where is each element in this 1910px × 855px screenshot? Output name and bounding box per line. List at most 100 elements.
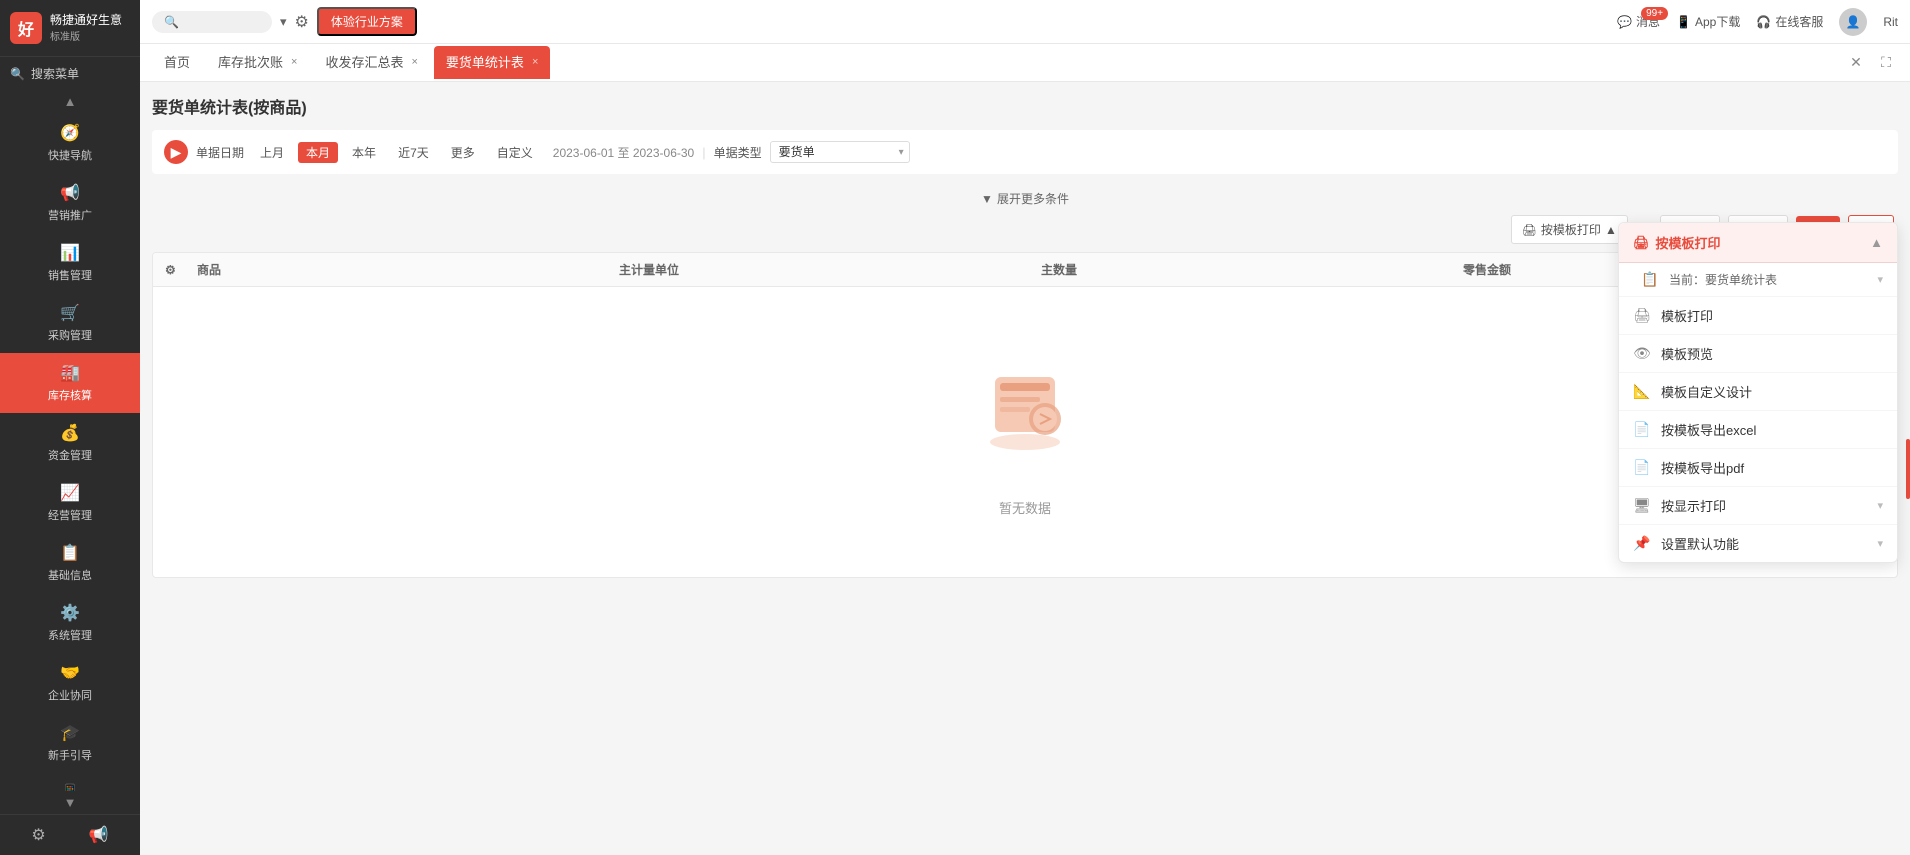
dropdown-close-icon[interactable]: ▲ [1870,235,1883,250]
item-label: 模板打印 [1661,306,1713,325]
dropdown-item-display-print[interactable]: 🖥 按显示打印 ▾ [1619,487,1897,525]
item-label: 模板预览 [1661,344,1713,363]
dropdown-item-export-excel[interactable]: 📄 按模板导出excel [1619,411,1897,449]
sales-icon: 📊 [60,243,80,263]
display-icon: 🖥 [1633,497,1651,514]
date-btn-this-year[interactable]: 本年 [344,142,384,163]
empty-text: 暂无数据 [999,498,1051,517]
date-btn-this-month[interactable]: 本月 [298,142,338,163]
topbar-search[interactable]: 🔍 [152,11,272,33]
app-name: 畅捷通好生意 [50,13,122,29]
app-logo: 好 畅捷通好生意 标准版 [0,0,140,57]
messages-icon: 💬 [1617,15,1632,29]
sidebar-item-label: 库存核算 [48,387,92,403]
sidebar-item-business[interactable]: 📈 经营管理 [0,473,140,533]
empty-illustration [965,347,1085,486]
sidebar-item-newbie[interactable]: 🎓 新手引导 [0,713,140,773]
sidebar-item-quick-nav[interactable]: 🧭 快捷导航 [0,113,140,173]
tab-close-icon[interactable]: × [291,56,297,68]
online-service-button[interactable]: 🎧 在线客服 [1756,13,1823,30]
dropdown-item-set-default[interactable]: 📌 设置默认功能 ▾ [1619,525,1897,562]
item-label: 按模板导出pdf [1661,458,1744,477]
more-filters-row: ▼ 展开更多条件 [152,182,1898,215]
sidebar-footer: ⚙ 📢 [0,814,140,855]
sidebar-item-marketing[interactable]: 📢 营销推广 [0,173,140,233]
messages-button[interactable]: 💬 消息 99+ [1617,13,1660,30]
trial-button[interactable]: 体验行业方案 [317,7,417,36]
sidebar-item-sales[interactable]: 📊 销售管理 [0,233,140,293]
date-range-display: 2023-06-01 至 2023-06-30 [553,144,694,161]
type-filter-label: 单据类型 [714,144,762,161]
tab-expand-button[interactable]: ⛶ [1874,51,1898,75]
th-quantity: 主数量 [1041,261,1463,278]
date-btn-7days[interactable]: 近7天 [390,142,437,163]
dropdown-item-template-print[interactable]: 🖨 模板打印 [1619,297,1897,335]
date-btn-more[interactable]: 更多 [443,142,483,163]
download-icon: 📱 [1676,15,1691,29]
sidebar-item-corp[interactable]: 🤝 企业协同 [0,653,140,713]
template-icon: 📋 [1641,271,1659,288]
sidebar-item-basics[interactable]: 📋 基础信息 [0,533,140,593]
tab-close-icon[interactable]: × [411,56,417,68]
dropdown-item-template-design[interactable]: 📐 模板自定义设计 [1619,373,1897,411]
sidebar-item-finance[interactable]: 💰 资金管理 [0,413,140,473]
tabbar: 首页 库存批次账 × 收发存汇总表 × 要货单统计表 × ✕ ⛶ [140,44,1910,82]
tab-collect-summary[interactable]: 收发存汇总表 × [313,46,429,79]
template-print-button[interactable]: 🖨 按模板打印 ▲ [1511,215,1628,244]
sidebar-scroll-up[interactable]: ▲ [0,90,140,113]
item-label: 模板自定义设计 [1661,382,1752,401]
sidebar-item-system[interactable]: ⚙️ 系统管理 [0,593,140,653]
excel-icon: 📄 [1633,421,1651,438]
th-gear[interactable]: ⚙ [165,263,197,277]
current-template-label: 当前：要货单统计表 [1669,271,1777,288]
user-avatar[interactable]: 👤 [1839,8,1867,36]
inventory-icon: 🏭 [60,363,80,383]
dropdown-arrow-icon: ▲ [1605,223,1617,237]
settings-icon[interactable]: ⚙ [31,825,45,845]
app-download-label: App下载 [1695,13,1740,30]
tab-home[interactable]: 首页 [152,46,202,79]
empty-svg [965,347,1085,467]
tab-close-icon[interactable]: × [532,56,538,68]
app-download-button[interactable]: 📱 App下载 [1676,13,1740,30]
th-product: 商品 [197,261,619,278]
type-filter-select-wrapper: 要货单 ▾ [770,141,910,163]
tab-demand-stats[interactable]: 要货单统计表 × [434,46,550,79]
speaker-icon[interactable]: 📢 [89,825,109,845]
topbar-right: 💬 消息 99+ 📱 App下载 🎧 在线客服 👤 Rit [1617,8,1898,36]
dropdown-item-export-pdf[interactable]: 📄 按模板导出pdf [1619,449,1897,487]
search-label: 搜索菜单 [31,65,79,82]
sidebar: 好 畅捷通好生意 标准版 🔍 搜索菜单 ▲ 🧭 快捷导航 📢 营销推广 📊 销售… [0,0,140,855]
online-service-label: 在线客服 [1775,13,1823,30]
tab-batch-account[interactable]: 库存批次账 × [206,46,309,79]
date-btn-custom[interactable]: 自定义 [489,142,541,163]
sidebar-scroll-down[interactable]: ▼ [0,791,140,814]
date-btn-last-month[interactable]: 上月 [252,142,292,163]
dropdown-title-text: 按模板打印 [1656,233,1721,252]
type-filter-select[interactable]: 要货单 [770,141,910,163]
design-icon: 📐 [1633,383,1651,400]
tab-label: 收发存汇总表 [325,52,403,71]
sidebar-item-label: 营销推广 [48,207,92,223]
sidebar-item-inventory[interactable]: 🏭 库存核算 [0,353,140,413]
topbar-gear-icon[interactable]: ⚙ [295,12,309,32]
sidebar-item-label: 新手引导 [48,747,92,763]
messages-badge: 99+ [1641,7,1668,20]
sidebar-item-purchase[interactable]: 🛒 采购管理 [0,293,140,353]
sidebar-search[interactable]: 🔍 搜索菜单 [0,57,140,90]
filter-divider: | [702,145,705,160]
expand-more-button[interactable]: ▼ 展开更多条件 [969,186,1081,211]
dropdown-current-template[interactable]: 📋 当前：要货单统计表 ▾ [1619,263,1897,297]
topbar-dropdown-icon[interactable]: ▾ [280,14,287,30]
filter-expand-button[interactable]: ▶ [164,140,188,164]
tab-close-all-button[interactable]: ✕ [1844,51,1868,75]
scroll-indicator [1906,439,1910,499]
dropdown-item-template-preview[interactable]: 👁 模板预览 [1619,335,1897,373]
sidebar-nav: 🧭 快捷导航 📢 营销推广 📊 销售管理 🛒 采购管理 🏭 库存核算 💰 资金管… [0,113,140,791]
topbar-search-icon: 🔍 [164,15,179,29]
sidebar-item-label: 企业协同 [48,687,92,703]
sidebar-item-label: 基础信息 [48,567,92,583]
date-filter-label: 单据日期 [196,144,244,161]
default-icon: 📌 [1633,535,1651,552]
sidebar-item-apps[interactable]: 📱 应用中心 [0,773,140,791]
